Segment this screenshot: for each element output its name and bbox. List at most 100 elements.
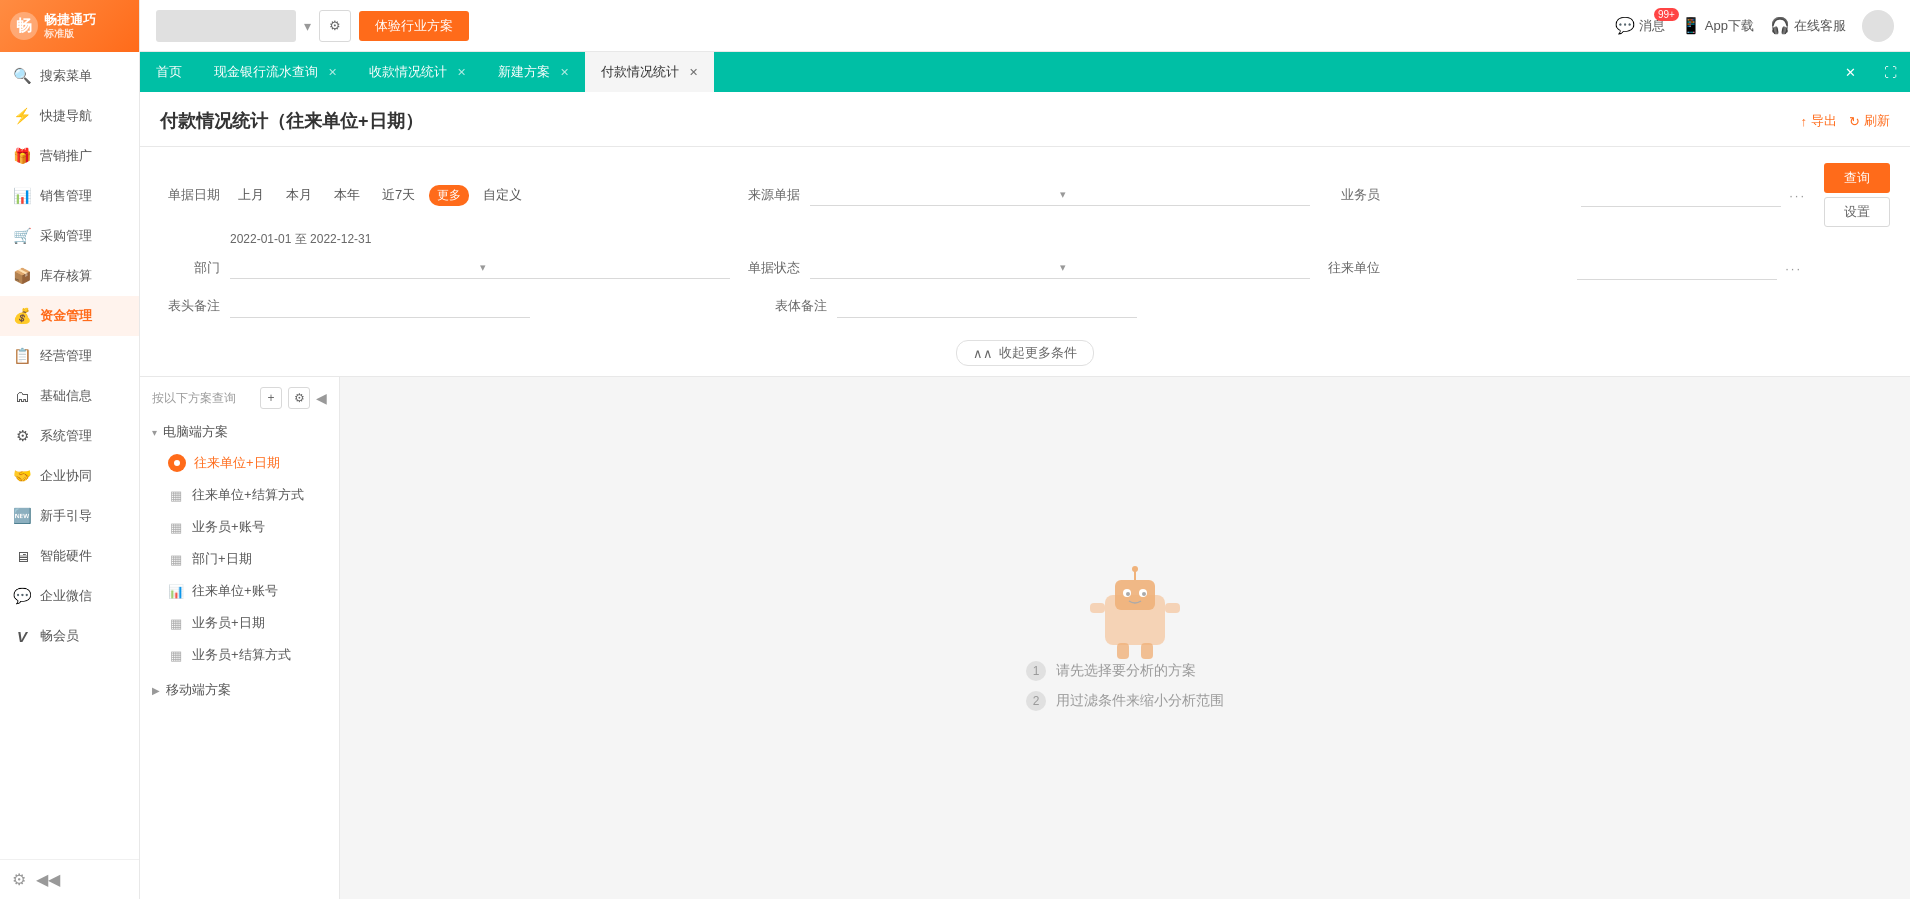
sidebar-item-purchase[interactable]: 🛒 采购管理: [0, 216, 139, 256]
app-download-btn[interactable]: 📱 App下载: [1681, 16, 1754, 35]
add-scheme-btn[interactable]: +: [260, 387, 282, 409]
date-range-text: 2022-01-01 至 2022-12-31: [230, 231, 371, 248]
sidebar-item-system[interactable]: ⚙ 系统管理: [0, 416, 139, 456]
sidebar-item-guide[interactable]: 🆕 新手引导: [0, 496, 139, 536]
user-avatar[interactable]: [1862, 10, 1894, 42]
dept-filter-label: 部门: [160, 259, 230, 277]
table-icon: ▦: [168, 551, 184, 567]
export-btn[interactable]: ↑ 导出: [1801, 112, 1838, 130]
filter-row-1: 单据日期 上月 本月 本年 近7天 更多 自定义 来源单据 ▾: [160, 163, 1890, 227]
notifications-btn[interactable]: 💬 消息 99+: [1615, 16, 1665, 35]
close-window-btn[interactable]: ✕: [1830, 52, 1870, 92]
query-btn[interactable]: 查询: [1824, 163, 1890, 193]
tab-home[interactable]: 首页: [140, 52, 198, 92]
scheme-item-partner-settle[interactable]: ▦ 往来单位+结算方式: [140, 479, 339, 511]
source-filter-value: ▾: [810, 184, 1310, 206]
tip-number-2: 2: [1026, 691, 1046, 711]
partner-more-btn[interactable]: ···: [1785, 261, 1802, 276]
sidebar-item-inventory[interactable]: 📦 库存核算: [0, 256, 139, 296]
tab-close-icon[interactable]: ✕: [560, 66, 569, 79]
scheme-panel-collapse-btn[interactable]: ◀: [316, 390, 327, 406]
collapse-sidebar-btn[interactable]: ◀◀: [36, 870, 60, 889]
page-header: 付款情况统计（往来单位+日期） ↑ 导出 ↻ 刷新: [140, 92, 1910, 147]
sidebar-item-operation[interactable]: 📋 经营管理: [0, 336, 139, 376]
table-icon: ▦: [168, 487, 184, 503]
export-label: 导出: [1811, 112, 1837, 130]
sidebar-item-wechat-work[interactable]: 💬 企业微信: [0, 576, 139, 616]
tab-receipt-stat[interactable]: 收款情况统计 ✕: [353, 52, 482, 92]
date-option-last-month[interactable]: 上月: [230, 183, 272, 207]
date-option-this-year[interactable]: 本年: [326, 183, 368, 207]
topnav-right: ✕ ⛶: [1830, 52, 1910, 92]
tab-label: 收款情况统计: [369, 63, 447, 81]
sidebar-label: 库存核算: [40, 267, 92, 285]
tab-close-icon[interactable]: ✕: [689, 66, 698, 79]
scheme-item-partner-account[interactable]: 📊 往来单位+账号: [140, 575, 339, 607]
tab-close-icon[interactable]: ✕: [328, 66, 337, 79]
sidebar-item-collaboration[interactable]: 🤝 企业协同: [0, 456, 139, 496]
message-icon: 💬: [1615, 16, 1635, 35]
date-option-custom[interactable]: 自定义: [475, 183, 530, 207]
sidebar-item-search-menu[interactable]: 🔍 搜索菜单: [0, 56, 139, 96]
scheme-group-pc: ▾ 电脑端方案 往来单位+日期 ▦ 往来单位+结算方式 ▦ 业务员+账号: [140, 417, 339, 671]
sidebar-item-basic-info[interactable]: 🗂 基础信息: [0, 376, 139, 416]
doc-status-select[interactable]: ▾: [810, 257, 1310, 279]
partner-input[interactable]: [1577, 256, 1777, 280]
scheme-group-mobile-title[interactable]: ▶ 移动端方案: [140, 675, 339, 705]
sidebar-item-hardware[interactable]: 🖥 智能硬件: [0, 536, 139, 576]
tab-payment-stat[interactable]: 付款情况统计 ✕: [585, 52, 714, 92]
svg-rect-9: [1165, 603, 1180, 613]
filter-row-2: 部门 ▾ 单据状态 ▾ 往来单位 ···: [160, 256, 1890, 280]
scheme-settings-btn[interactable]: ⚙: [288, 387, 310, 409]
vip-icon: V: [12, 626, 32, 646]
date-option-this-month[interactable]: 本月: [278, 183, 320, 207]
tab-new-scheme[interactable]: 新建方案 ✕: [482, 52, 585, 92]
content-area: 按以下方案查询 + ⚙ ◀ ▾ 电脑端方案 往来单位+日期: [140, 377, 1910, 899]
settings-footer-icon[interactable]: ⚙: [12, 870, 26, 889]
header-note-input[interactable]: [230, 294, 530, 318]
collapse-label: 收起更多条件: [999, 344, 1077, 362]
svg-rect-1: [1115, 580, 1155, 610]
app-topbar: ▾ ⚙ 体验行业方案 💬 消息 99+ 📱 App下载 🎧 在线客服: [140, 0, 1910, 52]
sidebar-item-sales[interactable]: 📊 销售管理: [0, 176, 139, 216]
breadcrumb-dropdown[interactable]: ▾: [304, 18, 311, 34]
topbar-left: ▾ ⚙ 体验行业方案: [156, 10, 1603, 42]
trial-industry-btn[interactable]: 体验行业方案: [359, 11, 469, 41]
online-service-btn[interactable]: 🎧 在线客服: [1770, 16, 1846, 35]
scheme-item-label: 业务员+账号: [192, 518, 265, 536]
scheme-item-agent-date[interactable]: ▦ 业务员+日期: [140, 607, 339, 639]
scheme-item-agent-settle[interactable]: ▦ 业务员+结算方式: [140, 639, 339, 671]
scheme-item-partner-date[interactable]: 往来单位+日期: [140, 447, 339, 479]
tab-bank-flow[interactable]: 现金银行流水查询 ✕: [198, 52, 353, 92]
date-option-more[interactable]: 更多: [429, 185, 469, 206]
settings-topbar-btn[interactable]: ⚙: [319, 10, 351, 42]
agent-input[interactable]: [1581, 183, 1781, 207]
date-option-7days[interactable]: 近7天: [374, 183, 423, 207]
header-note-label: 表头备注: [160, 297, 230, 315]
refresh-btn[interactable]: ↻ 刷新: [1849, 112, 1890, 130]
scheme-group-pc-title[interactable]: ▾ 电脑端方案: [140, 417, 339, 447]
sidebar-item-marketing[interactable]: 🎁 营销推广: [0, 136, 139, 176]
main-panel: 1 请先选择要分析的方案 2 用过滤条件来缩小分析范围: [340, 377, 1910, 899]
maximize-btn[interactable]: ⛶: [1870, 52, 1910, 92]
group-expand-icon: ▶: [152, 685, 160, 696]
agent-more-btn[interactable]: ···: [1789, 188, 1806, 203]
tab-label: 付款情况统计: [601, 63, 679, 81]
refresh-icon: ↻: [1849, 114, 1860, 129]
scheme-item-label: 部门+日期: [192, 550, 252, 568]
tab-close-icon[interactable]: ✕: [457, 66, 466, 79]
sidebar-item-quick-nav[interactable]: ⚡ 快捷导航: [0, 96, 139, 136]
set-btn[interactable]: 设置: [1824, 197, 1890, 227]
sidebar-item-finance[interactable]: 💰 资金管理: [0, 296, 139, 336]
collapse-btn[interactable]: ∧∧ 收起更多条件: [956, 340, 1094, 366]
scheme-item-label: 业务员+结算方式: [192, 646, 291, 664]
chart-bar-icon: 📊: [168, 583, 184, 599]
sidebar-item-membership[interactable]: V 畅会员: [0, 616, 139, 656]
dept-select[interactable]: ▾: [230, 257, 730, 279]
scheme-item-dept-date[interactable]: ▦ 部门+日期: [140, 543, 339, 575]
app-edition: 标准版: [44, 28, 96, 40]
scheme-item-agent-account[interactable]: ▦ 业务员+账号: [140, 511, 339, 543]
body-note-input[interactable]: [837, 294, 1137, 318]
scheme-group-mobile: ▶ 移动端方案: [140, 675, 339, 705]
source-select[interactable]: ▾: [810, 184, 1310, 206]
